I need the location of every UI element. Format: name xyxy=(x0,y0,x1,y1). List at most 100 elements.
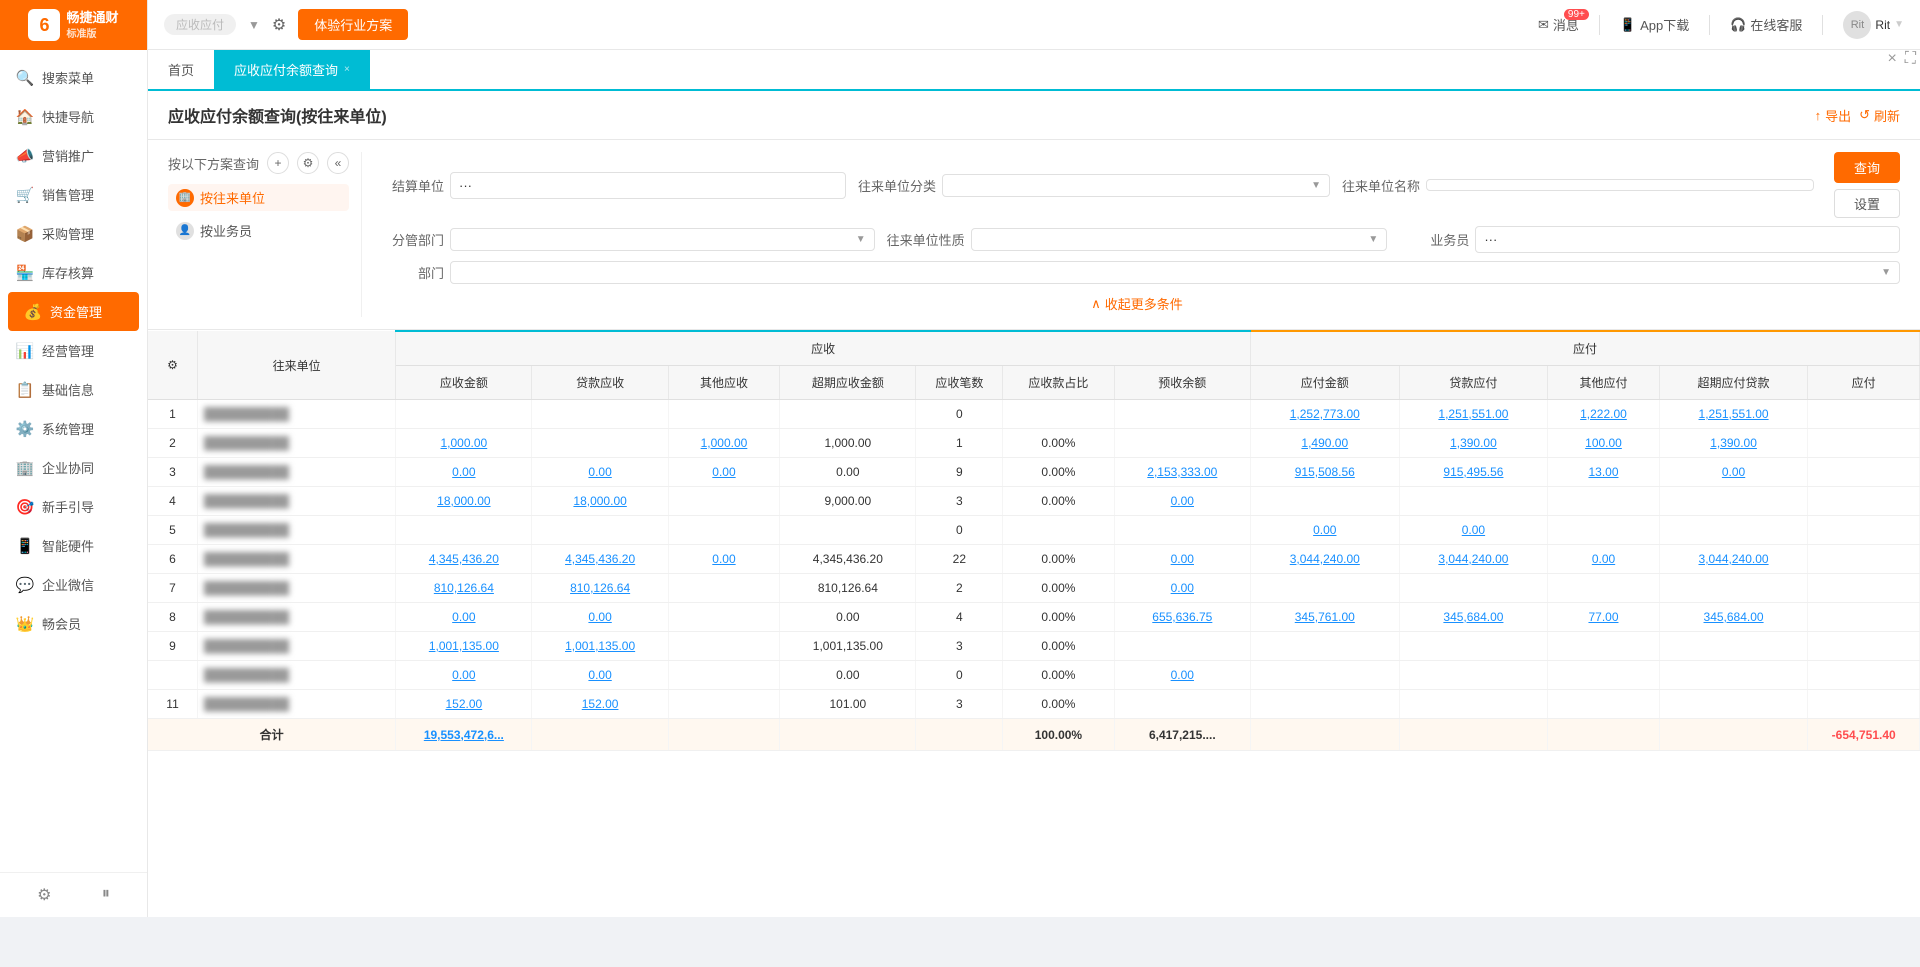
tab-home[interactable]: 首页 xyxy=(148,50,214,91)
sidebar-item-beginner-guide[interactable]: 🎯 新手引导 xyxy=(0,487,147,526)
salesperson-input[interactable]: ··· xyxy=(1475,226,1900,253)
table-settings-icon[interactable]: ⚙ xyxy=(167,358,178,372)
cell-5-8[interactable]: 0.00 xyxy=(1114,545,1250,574)
th-advance-balance[interactable]: 预收余额 xyxy=(1114,366,1250,400)
cell-8-3[interactable]: 1,001,135.00 xyxy=(532,632,668,661)
cell-3-2[interactable]: 18,000.00 xyxy=(396,487,532,516)
cell-5-9[interactable]: 3,044,240.00 xyxy=(1250,545,1399,574)
cell-5-12[interactable]: 3,044,240.00 xyxy=(1659,545,1808,574)
cell-7-9[interactable]: 345,761.00 xyxy=(1250,603,1399,632)
scheme-by-salesperson[interactable]: 👤 按业务员 xyxy=(168,217,349,244)
th-ar-loan[interactable]: 贷款应收 xyxy=(532,366,668,400)
sidebar-item-sales[interactable]: 🛒 销售管理 xyxy=(0,175,147,214)
th-ar-count[interactable]: 应收笔数 xyxy=(916,366,1003,400)
cell-10-2[interactable]: 152.00 xyxy=(396,690,532,719)
sidebar-item-system[interactable]: ⚙️ 系统管理 xyxy=(0,409,147,448)
table-container[interactable]: ⚙ 往来单位 应收 应付 应收金额 贷款应收 其他应收 超期应收金额 应收笔数 … xyxy=(148,330,1920,917)
sidebar-item-quick-nav[interactable]: 🏠 快捷导航 xyxy=(0,97,147,136)
cell-7-8[interactable]: 655,636.75 xyxy=(1114,603,1250,632)
cell-5-10[interactable]: 3,044,240.00 xyxy=(1399,545,1548,574)
industry-solution-button[interactable]: 体验行业方案 xyxy=(298,9,408,40)
partner-name-input[interactable] xyxy=(1426,179,1814,191)
query-button[interactable]: 查询 xyxy=(1834,152,1900,183)
managing-dept-input[interactable]: ▼ xyxy=(450,228,875,251)
th-ap-etc[interactable]: 应付 xyxy=(1808,366,1920,400)
cell-2-4[interactable]: 0.00 xyxy=(668,458,779,487)
th-ar-ratio[interactable]: 应收款占比 xyxy=(1003,366,1114,400)
settings-button[interactable]: 设置 xyxy=(1834,189,1900,218)
sidebar-item-basic-info[interactable]: 📋 基础信息 xyxy=(0,370,147,409)
tab-ar-ap-query[interactable]: 应收应付余额查询 × xyxy=(214,50,370,91)
cell-6-2[interactable]: 810,126.64 xyxy=(396,574,532,603)
tab-close-icon[interactable]: × xyxy=(344,64,350,75)
cell-9-3[interactable]: 0.00 xyxy=(532,661,668,690)
sidebar-item-management[interactable]: 📊 经营管理 xyxy=(0,331,147,370)
cell-9-8[interactable]: 0.00 xyxy=(1114,661,1250,690)
cell-6-8[interactable]: 0.00 xyxy=(1114,574,1250,603)
cell-5-2[interactable]: 4,345,436.20 xyxy=(396,545,532,574)
cell-7-12[interactable]: 345,684.00 xyxy=(1659,603,1808,632)
th-ar-other[interactable]: 其他应收 xyxy=(668,366,779,400)
sidebar-item-enterprise-wx[interactable]: 💬 企业微信 xyxy=(0,565,147,604)
cell-7-3[interactable]: 0.00 xyxy=(532,603,668,632)
th-ar-overdue[interactable]: 超期应收金额 xyxy=(780,366,916,400)
app-download-button[interactable]: 📱 App下载 xyxy=(1620,15,1689,34)
settlement-unit-input[interactable]: ··· xyxy=(450,172,846,199)
cell-2-11[interactable]: 13.00 xyxy=(1548,458,1659,487)
cell-2-12[interactable]: 0.00 xyxy=(1659,458,1808,487)
th-settings[interactable]: ⚙ xyxy=(148,331,198,400)
cell-9-2[interactable]: 0.00 xyxy=(396,661,532,690)
filter-add-button[interactable]: + xyxy=(267,152,289,174)
th-ap-amount[interactable]: 应付金额 xyxy=(1250,366,1399,400)
cell-3-8[interactable]: 0.00 xyxy=(1114,487,1250,516)
cell-2-3[interactable]: 0.00 xyxy=(532,458,668,487)
cell-10-3[interactable]: 152.00 xyxy=(532,690,668,719)
cell-2-10[interactable]: 915,495.56 xyxy=(1399,458,1548,487)
cell-5-3[interactable]: 4,345,436.20 xyxy=(532,545,668,574)
cell-1-2[interactable]: 1,000.00 xyxy=(396,429,532,458)
settings-gear-icon[interactable]: ⚙ xyxy=(272,15,286,35)
sidebar-item-inventory[interactable]: 🏪 库存核算 xyxy=(0,253,147,292)
filter-settings-scheme-button[interactable]: ⚙ xyxy=(297,152,319,174)
cell-5-4[interactable]: 0.00 xyxy=(668,545,779,574)
window-close-button[interactable]: × xyxy=(1887,50,1896,89)
th-ap-other[interactable]: 其他应付 xyxy=(1548,366,1659,400)
cell-1-10[interactable]: 1,390.00 xyxy=(1399,429,1548,458)
sidebar-item-finance[interactable]: 💰 资金管理 xyxy=(8,292,139,331)
cell-5-11[interactable]: 0.00 xyxy=(1548,545,1659,574)
refresh-button[interactable]: ↺ 刷新 xyxy=(1859,106,1900,125)
cell-2-8[interactable]: 2,153,333.00 xyxy=(1114,458,1250,487)
cell-8-2[interactable]: 1,001,135.00 xyxy=(396,632,532,661)
cell-7-11[interactable]: 77.00 xyxy=(1548,603,1659,632)
cell-0-10[interactable]: 1,251,551.00 xyxy=(1399,400,1548,429)
cell-2-2[interactable]: 0.00 xyxy=(396,458,532,487)
cell-1-4[interactable]: 1,000.00 xyxy=(668,429,779,458)
export-button[interactable]: ↑ 导出 xyxy=(1815,106,1852,125)
cell-4-9[interactable]: 0.00 xyxy=(1250,516,1399,545)
th-ap-loan[interactable]: 贷款应付 xyxy=(1399,366,1548,400)
sidebar-item-vip[interactable]: 👑 畅会员 xyxy=(0,604,147,643)
cell-0-12[interactable]: 1,251,551.00 xyxy=(1659,400,1808,429)
cell-1-12[interactable]: 1,390.00 xyxy=(1659,429,1808,458)
cell-4-10[interactable]: 0.00 xyxy=(1399,516,1548,545)
cell-0-11[interactable]: 1,222.00 xyxy=(1548,400,1659,429)
cell-6-3[interactable]: 810,126.64 xyxy=(532,574,668,603)
cell-7-2[interactable]: 0.00 xyxy=(396,603,532,632)
th-ar-amount[interactable]: 应收金额 xyxy=(396,366,532,400)
sidebar-settings-icon[interactable]: ⚙ xyxy=(37,885,51,905)
filter-collapse-button[interactable]: « xyxy=(327,152,349,174)
sidebar-item-enterprise-collab[interactable]: 🏢 企业协同 xyxy=(0,448,147,487)
cell-2-9[interactable]: 915,508.56 xyxy=(1250,458,1399,487)
header-dropdown-icon[interactable]: ▼ xyxy=(248,18,260,32)
cell-3-3[interactable]: 18,000.00 xyxy=(532,487,668,516)
cell-7-10[interactable]: 345,684.00 xyxy=(1399,603,1548,632)
message-button[interactable]: ✉ 消息 99+ xyxy=(1538,15,1579,34)
scheme-by-partner[interactable]: 🏢 按往来单位 xyxy=(168,184,349,211)
collapse-more-button[interactable]: ∧ 收起更多条件 xyxy=(374,290,1900,317)
online-service-button[interactable]: 🎧 在线客服 xyxy=(1730,15,1802,34)
cell-1-11[interactable]: 100.00 xyxy=(1548,429,1659,458)
sidebar-item-smart-hw[interactable]: 📱 智能硬件 xyxy=(0,526,147,565)
window-expand-button[interactable]: ⛶ xyxy=(1905,50,1916,89)
cell-0-9[interactable]: 1,252,773.00 xyxy=(1250,400,1399,429)
sidebar-item-marketing[interactable]: 📣 营销推广 xyxy=(0,136,147,175)
